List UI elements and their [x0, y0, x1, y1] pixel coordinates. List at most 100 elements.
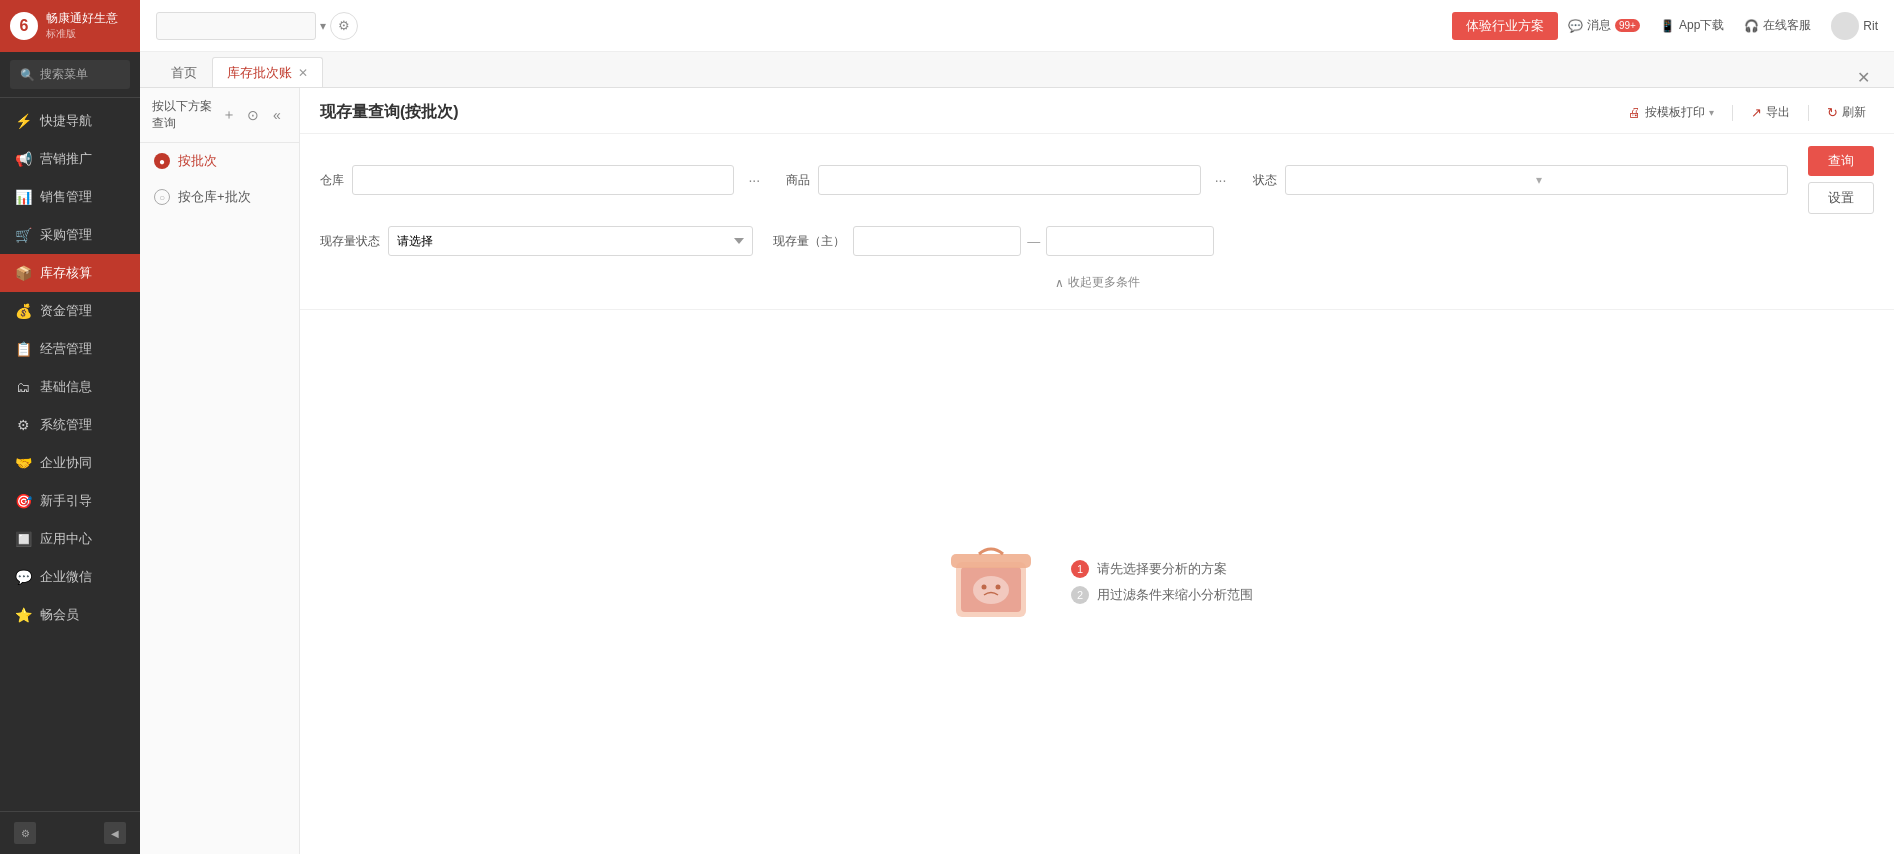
- sidebar-item-marketing[interactable]: 📢 营销推广: [0, 140, 140, 178]
- tab-bar: 首页 库存批次账 ✕ ✕: [140, 52, 1894, 88]
- inventory-qty-group: 现存量（主） —: [773, 226, 1214, 256]
- scheme-dot-active: ●: [154, 153, 170, 169]
- sidebar-item-inventory[interactable]: 📦 库存核算: [0, 254, 140, 292]
- sidebar-item-system[interactable]: ⚙ 系统管理: [0, 406, 140, 444]
- range-separator: —: [1027, 234, 1040, 249]
- messages-btn[interactable]: 💬 消息 99+: [1568, 17, 1640, 34]
- empty-state: 1 请先选择要分析的方案 2 用过滤条件来缩小分析范围: [300, 310, 1894, 854]
- sidebar-item-operations[interactable]: 📋 经营管理: [0, 330, 140, 368]
- svg-point-2: [973, 576, 1009, 604]
- product-label: 商品: [786, 172, 810, 189]
- sidebar-item-apps[interactable]: 🔲 应用中心: [0, 520, 140, 558]
- sidebar-settings-btn[interactable]: ⚙: [14, 822, 36, 844]
- status-filter-group: 状态 ▾: [1253, 165, 1789, 195]
- status-label: 状态: [1253, 172, 1277, 189]
- scheme-item-by-batch[interactable]: ● 按批次: [140, 143, 299, 179]
- product-input[interactable]: [818, 165, 1200, 195]
- topbar-right: 💬 消息 99+ 📱 App下载 🎧 在线客服 Rit: [1568, 12, 1878, 40]
- content-area: 按以下方案查询 ＋ ⊙ « ● 按批次: [140, 88, 1894, 854]
- app-edition: 标准版: [46, 27, 118, 41]
- sidebar-item-quick-nav[interactable]: ⚡ 快捷导航: [0, 102, 140, 140]
- messages-badge: 99+: [1615, 19, 1640, 32]
- tab-home[interactable]: 首页: [156, 57, 212, 87]
- status-dropdown-arrow: ▾: [1536, 173, 1779, 187]
- gear-icon: ⊙: [247, 107, 259, 123]
- close-panel-btn[interactable]: ✕: [1849, 68, 1878, 87]
- tab-close-btn[interactable]: ✕: [298, 67, 308, 79]
- sidebar-search-area: 🔍 搜索菜单: [0, 52, 140, 98]
- empty-svg: [941, 532, 1041, 632]
- sidebar: 6 畅康通好生意 标准版 🔍 搜索菜单 ⚡ 快捷导航 📢 营销推广 📊 销售管理…: [0, 0, 140, 854]
- product-dots-icon: ···: [1215, 172, 1227, 188]
- sidebar-item-enterprise[interactable]: 🤝 企业协同: [0, 444, 140, 482]
- scheme-collapse-btn[interactable]: «: [267, 105, 287, 125]
- topbar-dropdown-btn[interactable]: ▾: [320, 19, 326, 33]
- warehouse-filter-group: 仓库 ···: [320, 165, 766, 195]
- scheme-header-label: 按以下方案查询: [152, 98, 219, 132]
- warehouse-label: 仓库: [320, 172, 344, 189]
- collapse-filter-btn[interactable]: ∧ 收起更多条件: [1055, 268, 1140, 297]
- inventory-qty-start[interactable]: [853, 226, 1021, 256]
- purchase-icon: 🛒: [14, 226, 32, 244]
- dots-icon: ···: [748, 172, 760, 188]
- basic-icon: 🗂: [14, 378, 32, 396]
- user-profile-btn[interactable]: Rit: [1831, 12, 1878, 40]
- tab-batch-account[interactable]: 库存批次账 ✕: [212, 57, 323, 87]
- apps-icon: 🔲: [14, 530, 32, 548]
- app-branding: 畅康通好生意 标准版: [46, 11, 118, 41]
- add-icon: ＋: [222, 106, 236, 124]
- app-download-btn[interactable]: 📱 App下载: [1660, 17, 1724, 34]
- sidebar-item-basic[interactable]: 🗂 基础信息: [0, 368, 140, 406]
- collapse-icon: «: [273, 107, 281, 123]
- tip-num-1: 1: [1071, 560, 1089, 578]
- inventory-qty-range: —: [853, 226, 1214, 256]
- export-icon: ↗: [1751, 105, 1762, 120]
- page-actions: 🖨 按模板打印 ▾ ↗ 导出 ↻ 刷新: [1620, 100, 1874, 125]
- filter-area: 仓库 ··· 商品 ··· 状态: [300, 134, 1894, 310]
- scheme-panel: 按以下方案查询 ＋ ⊙ « ● 按批次: [140, 88, 300, 854]
- topbar-search-input[interactable]: [156, 12, 316, 40]
- warehouse-input[interactable]: [352, 165, 734, 195]
- sidebar-item-newbie[interactable]: 🎯 新手引导: [0, 482, 140, 520]
- tip-num-2: 2: [1071, 586, 1089, 604]
- svg-point-4: [996, 585, 1001, 590]
- sidebar-item-member[interactable]: ⭐ 畅会员: [0, 596, 140, 634]
- sidebar-search-button[interactable]: 🔍 搜索菜单: [10, 60, 130, 89]
- setting-btn[interactable]: 设置: [1808, 182, 1874, 214]
- svg-rect-5: [951, 554, 1031, 568]
- empty-tip-2: 2 用过滤条件来缩小分析范围: [1071, 586, 1253, 604]
- print-icon: 🖨: [1628, 105, 1641, 120]
- sidebar-item-purchase[interactable]: 🛒 采购管理: [0, 216, 140, 254]
- trial-button[interactable]: 体验行业方案: [1452, 12, 1558, 40]
- add-scheme-btn[interactable]: ＋: [219, 105, 239, 125]
- main-area: ▾ ⚙ 体验行业方案 💬 消息 99+ 📱 App下载 🎧 在线客服 Rit: [140, 0, 1894, 854]
- print-btn[interactable]: 🖨 按模板打印 ▾: [1620, 100, 1722, 125]
- inventory-qty-end[interactable]: [1046, 226, 1214, 256]
- online-service-btn[interactable]: 🎧 在线客服: [1744, 17, 1811, 34]
- divider-2: [1808, 105, 1809, 121]
- scheme-settings-btn[interactable]: ⊙: [243, 105, 263, 125]
- refresh-btn[interactable]: ↻ 刷新: [1819, 100, 1874, 125]
- status-select[interactable]: ▾: [1285, 165, 1789, 195]
- inventory-status-group: 现存量状态 请选择: [320, 226, 753, 256]
- scheme-header: 按以下方案查询 ＋ ⊙ «: [140, 88, 299, 143]
- sidebar-collapse-btn[interactable]: ◀: [104, 822, 126, 844]
- scheme-actions: ＋ ⊙ «: [219, 105, 287, 125]
- query-btn[interactable]: 查询: [1808, 146, 1874, 176]
- topbar-search-area: ▾ ⚙: [156, 12, 1442, 40]
- inventory-status-select[interactable]: 请选择: [388, 226, 753, 256]
- svg-point-3: [982, 585, 987, 590]
- user-name: Rit: [1863, 19, 1878, 33]
- warehouse-dots-btn[interactable]: ···: [742, 168, 766, 192]
- sidebar-header: 6 畅康通好生意 标准版: [0, 0, 140, 52]
- sidebar-item-finance[interactable]: 💰 资金管理: [0, 292, 140, 330]
- product-dots-btn[interactable]: ···: [1209, 168, 1233, 192]
- sidebar-item-sales[interactable]: 📊 销售管理: [0, 178, 140, 216]
- print-dropdown-icon: ▾: [1709, 107, 1714, 118]
- scheme-item-by-warehouse-batch[interactable]: ○ 按仓库+批次: [140, 179, 299, 215]
- topbar-settings-btn[interactable]: ⚙: [330, 12, 358, 40]
- empty-illustration: [941, 532, 1041, 632]
- export-btn[interactable]: ↗ 导出: [1743, 100, 1798, 125]
- sidebar-item-wechat[interactable]: 💬 企业微信: [0, 558, 140, 596]
- empty-tip-1: 1 请先选择要分析的方案: [1071, 560, 1253, 578]
